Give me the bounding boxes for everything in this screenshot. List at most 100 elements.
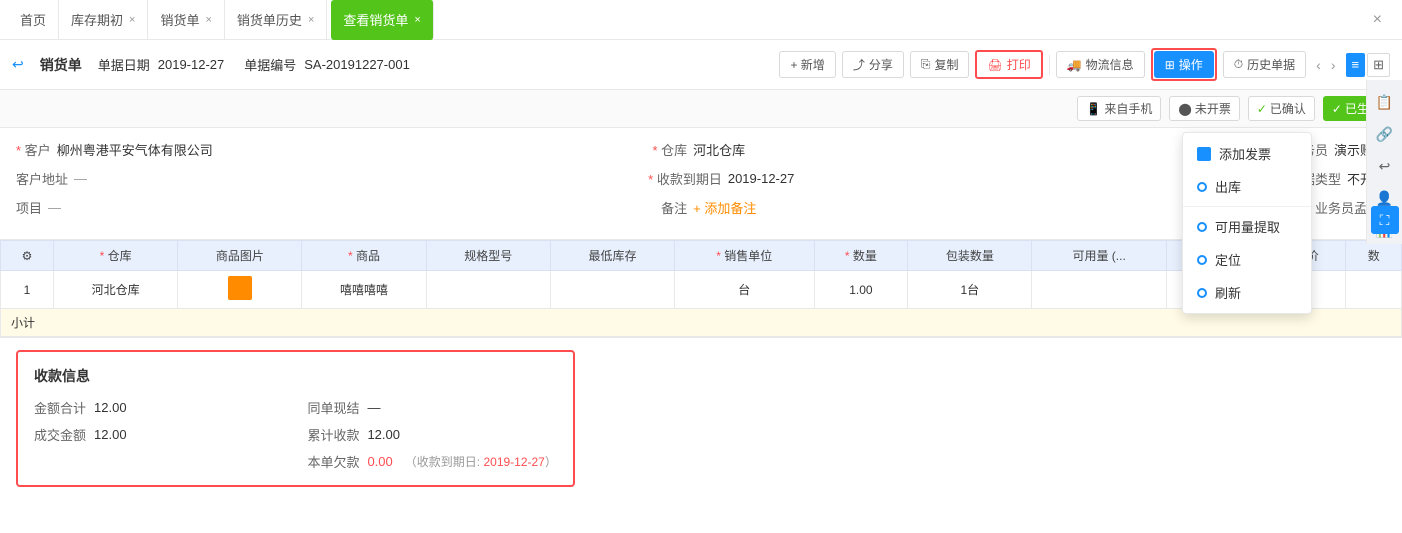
locate-icon	[1197, 255, 1207, 265]
tab-sales-order[interactable]: 销货单 ×	[148, 0, 224, 40]
copy-button[interactable]: ⎘ 复制	[910, 51, 970, 78]
next-arrow[interactable]: ›	[1327, 55, 1340, 75]
right-icon-return[interactable]: ↩	[1371, 152, 1399, 180]
row-available	[1032, 271, 1166, 309]
tab-sales-history-close[interactable]: ×	[308, 14, 314, 26]
menu-available-qty[interactable]: 可用量提取	[1183, 210, 1311, 243]
separator-1	[1049, 55, 1050, 75]
settings-icon: ⚙	[22, 249, 33, 263]
global-close-button[interactable]: ×	[1361, 11, 1394, 29]
check-icon: ✓	[1257, 102, 1267, 116]
view-icons: ≡ ⊞	[1346, 53, 1391, 77]
row-min-stock	[550, 271, 674, 309]
confirm-btn[interactable]: ✓ 已确认	[1248, 96, 1315, 121]
circle-icon: ⬤	[1178, 102, 1191, 116]
deal-amount-value: 12.00	[94, 427, 127, 442]
address-label: 客户地址	[16, 169, 68, 188]
copy-icon: ⎘	[921, 57, 931, 72]
effective-check-icon: ✓	[1332, 102, 1342, 116]
doc-icon: ↩	[12, 56, 24, 73]
cumulative-row: 累计收款 12.00	[307, 425, 556, 444]
tab-view-sales[interactable]: 查看销货单 ×	[331, 0, 433, 40]
due-date-note: （收款到期日: 2019-12-27）	[405, 453, 557, 470]
share-button[interactable]: ⤴ 分享	[842, 51, 904, 78]
th-available: 可用量 (...	[1032, 241, 1166, 271]
logistics-button[interactable]: 🚚 物流信息	[1056, 51, 1145, 78]
note-add-btn[interactable]: + 添加备注	[693, 198, 756, 217]
row-pack-qty: 1台	[908, 271, 1032, 309]
menu-locate[interactable]: 定位	[1183, 243, 1311, 276]
total-amount-value: 12.00	[94, 400, 127, 415]
prev-arrow[interactable]: ‹	[1312, 55, 1325, 75]
right-icon-link[interactable]: 🔗	[1371, 120, 1399, 148]
th-settings[interactable]: ⚙	[1, 241, 54, 271]
toolbar2: 📱 来自手机 ⬤ 未开票 ✓ 已确认 ✓ 已生效	[0, 90, 1402, 128]
menu-refresh[interactable]: 刷新	[1183, 276, 1311, 309]
available-qty-icon	[1197, 222, 1207, 232]
th-product: 商品	[302, 241, 426, 271]
list-view-icon[interactable]: ≡	[1346, 53, 1366, 77]
bottom-section: 收款信息 金额合计 12.00 同单现结 — 成交金额 12.00	[0, 338, 1402, 499]
not-opened-button[interactable]: ⬤ 未开票	[1169, 96, 1239, 121]
from-mobile-button[interactable]: 📱 来自手机	[1077, 96, 1161, 121]
refresh-icon	[1197, 288, 1207, 298]
project-label: 项目	[16, 198, 42, 217]
row-quantity: 1.00	[814, 271, 908, 309]
new-button[interactable]: + 新增	[779, 51, 835, 78]
right-icon-clipboard[interactable]: 📋	[1371, 88, 1399, 116]
tab-view-sales-close[interactable]: ×	[414, 14, 420, 26]
share-icon: ⤴	[853, 56, 865, 73]
truck-icon: 🚚	[1067, 58, 1082, 72]
current-owed-value: 0.00	[367, 454, 392, 469]
form-row-2: 客户地址 — 收款到期日 2019-12-27 票据类型 不开票	[16, 169, 1386, 188]
tab-sales-order-close[interactable]: ×	[205, 14, 211, 26]
total-amount-label: 金额合计	[34, 398, 86, 417]
warehouse-label: 仓库	[652, 140, 687, 159]
project-field: 项目 —	[16, 198, 661, 217]
menu-add-invoice[interactable]: 添加发票	[1183, 137, 1311, 170]
operations-button[interactable]: ⊞ 操作	[1154, 51, 1214, 78]
toolbar: ↩ 销货单 单据日期 2019-12-27 单据编号 SA-20191227-0…	[0, 40, 1402, 90]
customer-field: 客户 柳州粤港平安气体有限公司	[16, 140, 652, 159]
payment-date-value: 2019-12-27	[728, 171, 795, 186]
row-warehouse: 河北仓库	[54, 271, 178, 309]
tab-sales-history-label: 销货单历史	[237, 10, 302, 29]
tab-bar: 首页 库存期初 × 销货单 × 销货单历史 × 查看销货单 × ×	[0, 0, 1402, 40]
row-amount	[1346, 271, 1402, 309]
same-order-value: —	[367, 400, 380, 415]
grid-icon: ⊞	[1165, 58, 1175, 72]
tab-inventory-init-close[interactable]: ×	[129, 14, 135, 26]
same-order-row: 同单现结 —	[307, 398, 556, 417]
product-image	[228, 276, 252, 300]
row-image	[178, 271, 302, 309]
tab-sales-order-label: 销货单	[160, 10, 199, 29]
receipt-title: 收款信息	[34, 366, 557, 386]
grid-view-icon[interactable]: ⊞	[1367, 53, 1390, 77]
date-value: 2019-12-27	[158, 57, 225, 72]
page-arrows: ‹ ›	[1312, 55, 1339, 75]
cumulative-value: 12.00	[367, 427, 400, 442]
right-icon-expand[interactable]: ⛶	[1371, 206, 1399, 234]
doc-title-area: ↩ 销货单 单据日期 2019-12-27 单据编号 SA-20191227-0…	[12, 55, 767, 75]
main-content: ↩ 销货单 单据日期 2019-12-27 单据编号 SA-20191227-0…	[0, 40, 1402, 533]
th-amount: 数	[1346, 241, 1402, 271]
print-icon: 🖨	[987, 58, 1002, 72]
customer-value: 柳州粤港平安气体有限公司	[57, 140, 213, 159]
right-panel: 📋 🔗 ↩ 👤 📊 ⛶	[1366, 80, 1402, 244]
doc-meta: 单据日期 2019-12-27 单据编号 SA-20191227-001	[98, 55, 410, 74]
row-sales-unit: 台	[675, 271, 815, 309]
th-spec: 规格型号	[426, 241, 550, 271]
th-warehouse: 仓库	[54, 241, 178, 271]
tab-sales-history[interactable]: 销货单历史 ×	[225, 0, 327, 40]
form-row-3: 项目 — 备注 + 添加备注 业务员孟 —	[16, 198, 1386, 217]
history-button[interactable]: ⏱ 历史单据	[1223, 51, 1306, 78]
print-button[interactable]: 🖨 打印	[975, 50, 1042, 79]
tab-inventory-init[interactable]: 库存期初 ×	[59, 0, 148, 40]
menu-outbound[interactable]: 出库	[1183, 170, 1311, 203]
salesperson-label: 业务员孟	[1306, 198, 1367, 217]
warehouse-value: 河北仓库	[693, 140, 745, 159]
address-field: 客户地址 —	[16, 169, 648, 188]
tab-inventory-init-label: 库存期初	[71, 10, 123, 29]
row-no: 1	[1, 271, 54, 309]
tab-home[interactable]: 首页	[8, 0, 59, 40]
